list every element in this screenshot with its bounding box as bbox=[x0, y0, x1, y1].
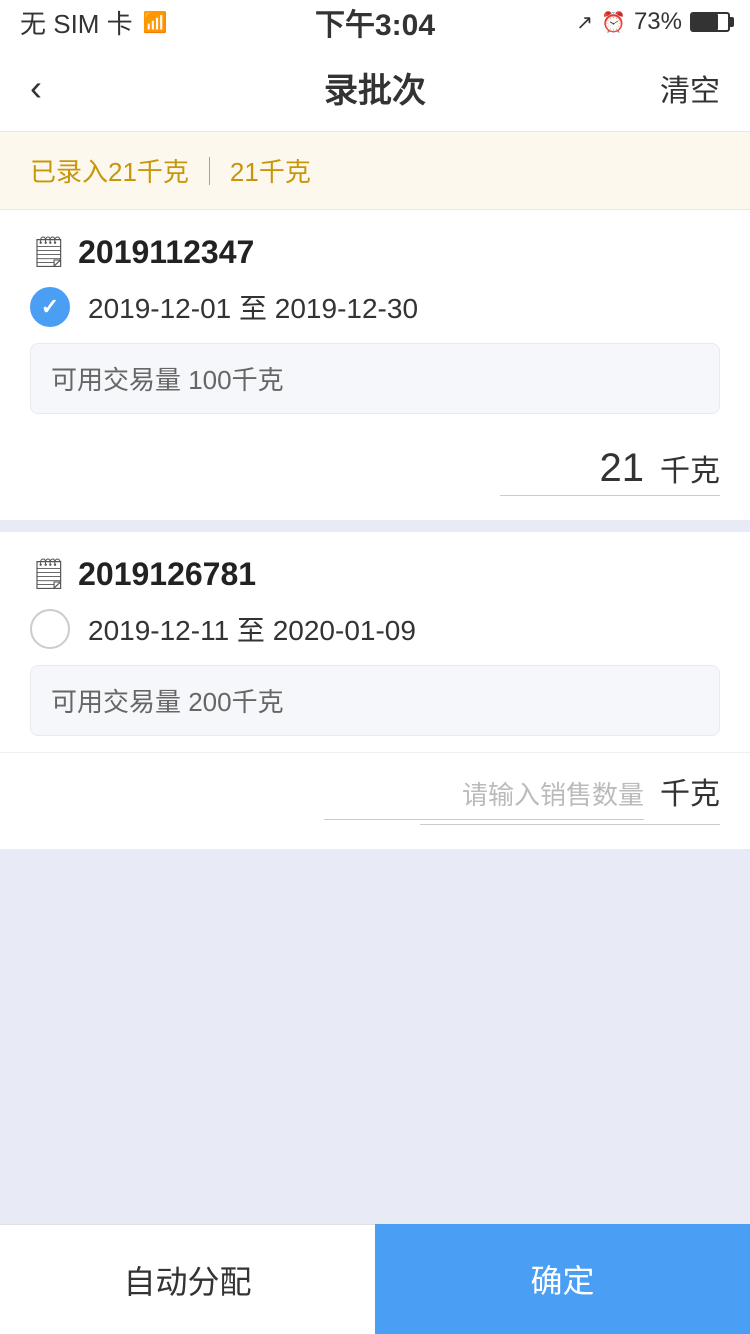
card-separator bbox=[0, 520, 750, 532]
empty-area bbox=[0, 849, 750, 1229]
carrier-label: 无 SIM 卡 bbox=[20, 4, 133, 41]
batch-doc-icon-2: 🗒 bbox=[30, 557, 68, 592]
bottom-bar: 自动分配 确定 bbox=[0, 1224, 750, 1334]
batch-underline-2 bbox=[420, 824, 720, 825]
batch-input-wrapper-2: 千克 bbox=[324, 769, 720, 825]
status-bar: 无 SIM 卡 📶 下午3:04 ↗ ⏰ 73% bbox=[0, 0, 750, 44]
summary-value: 21千克 bbox=[230, 152, 311, 189]
batch-header-1: 🗒 2019112347 bbox=[0, 210, 750, 271]
status-right: ↗ ⏰ 73% bbox=[576, 8, 730, 36]
battery-percent: 73% bbox=[634, 8, 682, 36]
batch-avail-1: 可用交易量 100千克 bbox=[30, 343, 720, 414]
batch-date-row-2[interactable]: 2019-12-11 至 2020-01-09 bbox=[0, 593, 750, 665]
clear-button[interactable]: 清空 bbox=[660, 66, 720, 110]
batch-value-display-1: 21 千克 bbox=[500, 446, 720, 496]
batch-input-value-1: 21 bbox=[600, 446, 645, 491]
batch-radio-1[interactable] bbox=[30, 287, 70, 327]
batch-avail-2: 可用交易量 200千克 bbox=[30, 665, 720, 736]
batch-radio-2[interactable] bbox=[30, 609, 70, 649]
batch-value-row-1: 21 千克 bbox=[0, 430, 750, 520]
batch-input-row-2: 千克 bbox=[0, 752, 750, 849]
alarm-icon: ⏰ bbox=[601, 10, 626, 35]
batch-doc-icon-1: 🗒 bbox=[30, 235, 68, 270]
batch-number-1: 2019112347 bbox=[78, 234, 254, 271]
nav-bar: ‹ 录批次 清空 bbox=[0, 44, 750, 132]
batch-card-2: 🗒 2019126781 2019-12-11 至 2020-01-09 可用交… bbox=[0, 532, 750, 849]
batch-underline-1 bbox=[500, 495, 720, 496]
batch-card-1: 🗒 2019112347 2019-12-01 至 2019-12-30 可用交… bbox=[0, 210, 750, 520]
batch-date-2: 2019-12-11 至 2020-01-09 bbox=[88, 609, 416, 649]
auto-distribute-button[interactable]: 自动分配 bbox=[0, 1224, 375, 1334]
wifi-icon: 📶 bbox=[143, 10, 168, 35]
confirm-button[interactable]: 确定 bbox=[375, 1224, 750, 1334]
summary-divider bbox=[209, 157, 210, 185]
batch-unit-2: 千克 bbox=[660, 769, 720, 813]
batch-date-1: 2019-12-01 至 2019-12-30 bbox=[88, 287, 418, 327]
status-left: 无 SIM 卡 📶 bbox=[20, 4, 168, 41]
batch-number-2: 2019126781 bbox=[78, 556, 256, 593]
back-button[interactable]: ‹ bbox=[30, 70, 42, 106]
batch-quantity-input-2[interactable] bbox=[324, 771, 644, 820]
summary-label: 已录入21千克 bbox=[30, 152, 189, 189]
batch-header-2: 🗒 2019126781 bbox=[0, 532, 750, 593]
battery-icon bbox=[690, 12, 730, 32]
location-icon: ↗ bbox=[576, 10, 593, 35]
status-time: 下午3:04 bbox=[315, 0, 435, 44]
summary-banner: 已录入21千克 21千克 bbox=[0, 132, 750, 210]
batch-date-row-1[interactable]: 2019-12-01 至 2019-12-30 bbox=[0, 271, 750, 343]
batch-unit-1: 千克 bbox=[660, 446, 720, 490]
page-title: 录批次 bbox=[324, 63, 426, 112]
